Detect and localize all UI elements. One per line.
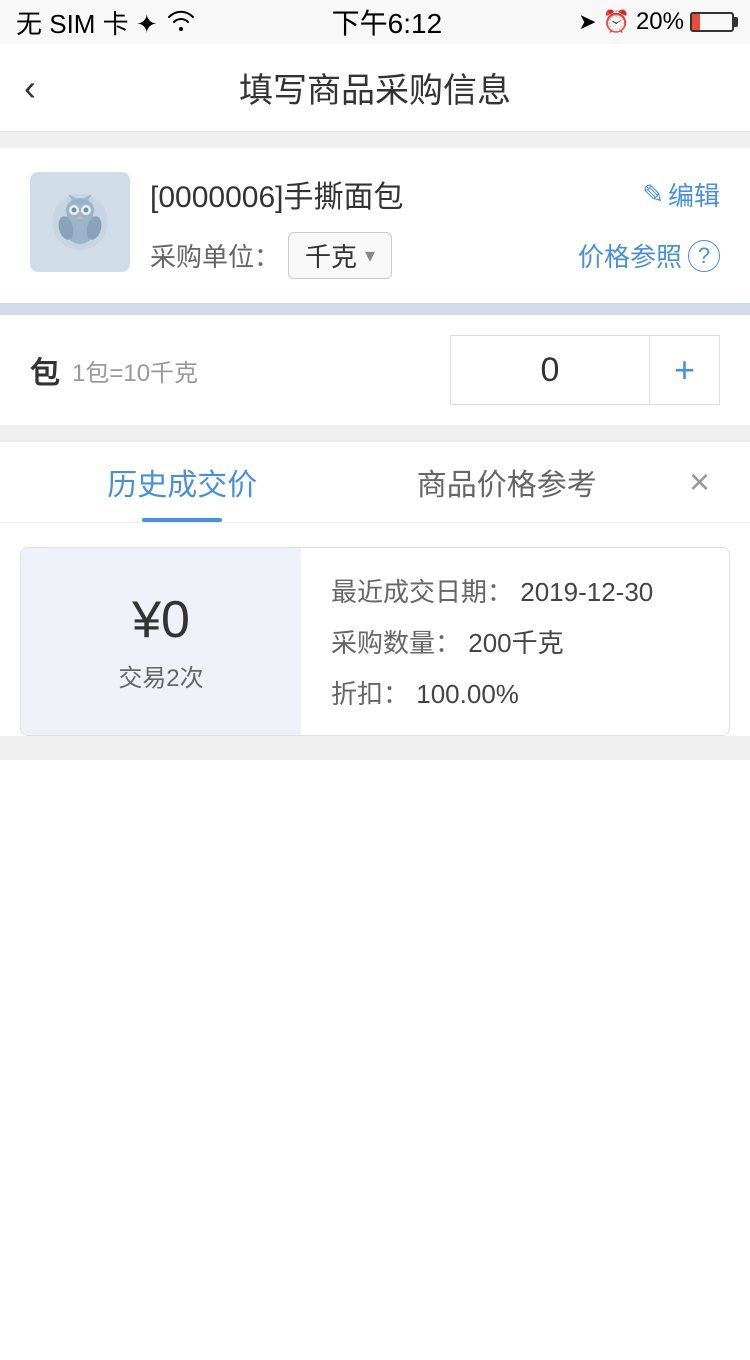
unit-value: 千克 — [305, 237, 357, 274]
discount-label: 折扣： — [331, 679, 409, 709]
price-ref-label: 价格参照 — [578, 237, 682, 274]
product-info: [0000006]手撕面包 ✎ 编辑 采购单位： 千克 ▾ 价格参照 ? — [150, 172, 720, 279]
history-card: ¥0 交易2次 最近成交日期： 2019-12-30 采购数量： 200千克 折… — [20, 547, 730, 736]
price-ref-button[interactable]: 价格参照 ? — [578, 237, 720, 274]
location-icon: ➤ — [578, 9, 596, 35]
battery-percent: 20% — [636, 8, 684, 36]
unit-label: 采购单位： — [150, 237, 280, 274]
history-price-panel: ¥0 交易2次 — [21, 548, 301, 735]
tab-price-reference[interactable]: 商品价格参考 — [344, 442, 668, 522]
quantity-detail-label: 采购数量： — [331, 628, 461, 658]
quantity-detail-value: 200千克 — [468, 628, 563, 658]
quantity-controls: + — [450, 335, 720, 405]
tab-history-price[interactable]: 历史成交价 — [20, 442, 344, 522]
product-card: [0000006]手撕面包 ✎ 编辑 采购单位： 千克 ▾ 价格参照 ? — [0, 148, 750, 303]
battery-icon — [690, 12, 734, 32]
recent-date-row: 最近成交日期： 2019-12-30 — [331, 572, 699, 609]
history-details: 最近成交日期： 2019-12-30 采购数量： 200千克 折扣： 100.0… — [301, 548, 729, 735]
status-time: 下午6:12 — [332, 2, 443, 42]
tabs-header: 历史成交价 商品价格参考 × — [0, 442, 750, 523]
nav-bar: ‹ 填写商品采购信息 — [0, 44, 750, 132]
edit-button[interactable]: ✎ 编辑 — [642, 176, 720, 213]
alarm-icon: ⏰ — [603, 9, 630, 35]
product-name: [0000006]手撕面包 — [150, 172, 403, 216]
quantity-unit-info: 包 1包=10千克 — [30, 348, 198, 392]
history-price: ¥0 — [132, 590, 190, 650]
recent-date-label: 最近成交日期： — [331, 577, 513, 607]
status-left: 无 SIM 卡 ✦ — [16, 4, 196, 41]
trade-count: 交易2次 — [118, 658, 203, 693]
unit-conversion: 1包=10千克 — [72, 353, 198, 388]
quantity-row-detail: 采购数量： 200千克 — [331, 623, 699, 660]
discount-row: 折扣： 100.00% — [331, 674, 699, 711]
quantity-input[interactable] — [450, 335, 650, 405]
page-bottom — [0, 760, 750, 1360]
help-icon: ? — [688, 240, 720, 272]
status-bar: 无 SIM 卡 ✦ 下午6:12 ➤ ⏰ 20% — [0, 0, 750, 44]
tab-active-indicator — [142, 518, 222, 522]
tab-close-button[interactable]: × — [669, 451, 730, 513]
dropdown-arrow-icon: ▾ — [365, 243, 375, 268]
wifi-icon — [166, 7, 196, 38]
unit-selector[interactable]: 千克 ▾ — [288, 232, 392, 279]
quantity-unit: 包 — [30, 348, 60, 392]
tabs-container: 历史成交价 商品价格参考 × ¥0 交易2次 最近成交日期： 2019-12-3… — [0, 442, 750, 736]
back-button[interactable]: ‹ — [24, 67, 36, 109]
page-title: 填写商品采购信息 — [239, 63, 511, 112]
quantity-plus-button[interactable]: + — [650, 335, 720, 405]
status-right: ➤ ⏰ 20% — [578, 8, 734, 36]
sim-label: 无 SIM 卡 ✦ — [16, 4, 158, 41]
scroll-divider — [0, 303, 750, 315]
quantity-row: 包 1包=10千克 + — [0, 315, 750, 426]
edit-icon: ✎ — [642, 179, 664, 210]
product-thumbnail — [30, 172, 130, 272]
discount-value: 100.00% — [416, 679, 519, 709]
recent-date-value: 2019-12-30 — [520, 577, 653, 607]
